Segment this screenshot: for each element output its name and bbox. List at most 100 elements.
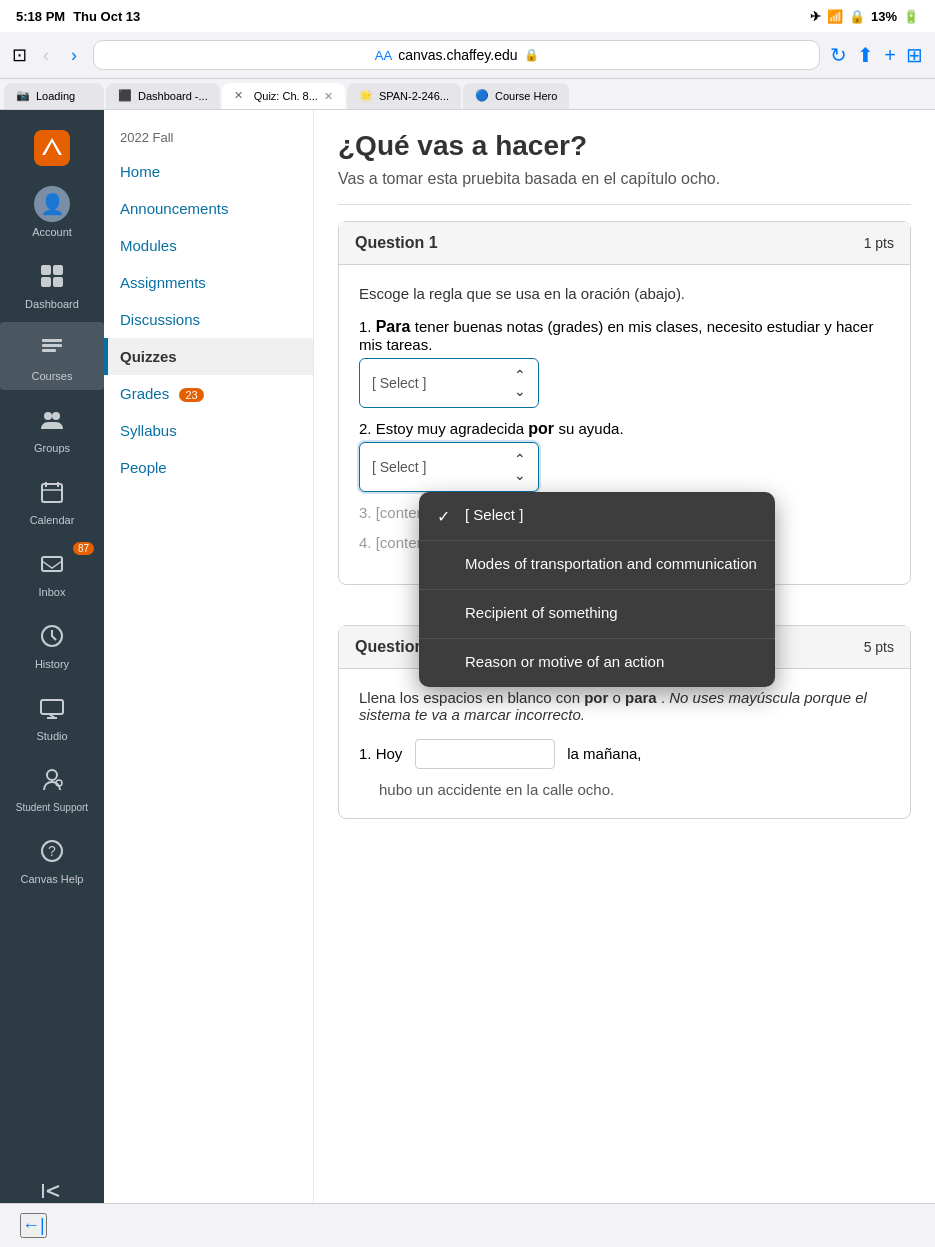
nav-courses-wrapper: Courses — [0, 322, 104, 390]
dropdown-option-transport: Modes of transportation and communicatio… — [465, 555, 757, 572]
question2-body: Llena los espacios en blanco con por o p… — [339, 669, 910, 818]
aa-label[interactable]: AA — [375, 48, 392, 63]
tab-coursehero[interactable]: 🔵 Course Hero — [463, 83, 569, 109]
share-button[interactable]: ⬆ — [857, 43, 874, 67]
tab-favicon-loading: 📷 — [16, 89, 30, 103]
battery-icon: 🔒 — [849, 9, 865, 24]
svg-rect-0 — [41, 265, 51, 275]
course-year: 2022 Fall — [104, 122, 313, 153]
question1-header: Question 1 1 pts — [339, 222, 910, 265]
add-tab-button[interactable]: + — [884, 44, 896, 67]
address-bar[interactable]: AA canvas.chaffey.edu 🔒 — [93, 40, 820, 70]
q2-item1-before: Hoy — [376, 745, 403, 762]
nav-inbox-wrapper: Inbox 87 — [0, 538, 104, 606]
course-nav-grades[interactable]: Grades 23 — [104, 375, 313, 412]
nav-courses[interactable]: Courses — [0, 322, 104, 390]
forward-button[interactable]: › — [65, 43, 83, 68]
question2-instruction: Llena los espacios en blanco con por o p… — [359, 689, 890, 723]
global-nav: 👤 Account Dashboard Courses — [0, 110, 104, 1229]
course-nav-discussions[interactable]: Discussions — [104, 301, 313, 338]
nav-inbox[interactable]: Inbox 87 — [0, 538, 104, 606]
dropdown-option-select: [ Select ] — [465, 506, 523, 523]
tab-close-quiz[interactable]: ✕ — [324, 90, 333, 103]
course-nav-syllabus[interactable]: Syllabus — [104, 412, 313, 449]
dropdown-item-recipient[interactable]: ✓ Recipient of something — [419, 590, 775, 639]
q1-item2-bold: por — [528, 420, 554, 437]
q1-item3-num: 3. — [359, 504, 376, 521]
q1-item2-num: 2. Estoy muy agradecida — [359, 420, 528, 437]
q1-item2-select-value: [ Select ] — [372, 459, 426, 475]
status-bar: 5:18 PM Thu Oct 13 ✈ 📶 🔒 13% 🔋 — [0, 0, 935, 32]
dropdown-item-transport[interactable]: ✓ Modes of transportation and communicat… — [419, 541, 775, 590]
nav-account-wrapper: 👤 Account — [0, 178, 104, 246]
history-icon — [34, 618, 70, 654]
q1-item1-select[interactable]: [ Select ] ⌃⌄ — [359, 358, 539, 408]
tab-quiz[interactable]: ✕ Quiz: Ch. 8... ✕ — [222, 83, 345, 109]
page-title: ¿Qué vas a hacer? — [338, 130, 911, 162]
q2-bold-para: para — [625, 689, 657, 706]
q2-text1: Llena los espacios en blanco con — [359, 689, 584, 706]
course-nav-modules[interactable]: Modules — [104, 227, 313, 264]
main-layout: 👤 Account Dashboard Courses — [0, 110, 935, 1229]
student-support-icon — [34, 762, 70, 798]
battery-level: 13% — [871, 9, 897, 24]
date: Thu Oct 13 — [73, 9, 140, 24]
course-nav-home[interactable]: Home — [104, 153, 313, 190]
nav-logo[interactable] — [0, 122, 104, 174]
tab-loading[interactable]: 📷 Loading — [4, 83, 104, 109]
course-nav-announcements[interactable]: Announcements — [104, 190, 313, 227]
nav-dashboard-label: Dashboard — [25, 298, 79, 310]
page-subtitle: Vas a tomar esta pruebita basada en el c… — [338, 170, 911, 205]
reload-button[interactable]: ↻ — [830, 43, 847, 67]
question1-instruction: Escoge la regla que se usa en la oración… — [359, 285, 890, 302]
question1-label: Question 1 — [355, 234, 438, 252]
svg-line-23 — [47, 1191, 59, 1196]
nav-history[interactable]: History — [0, 610, 104, 678]
q2-text-end: . — [661, 689, 665, 706]
bottom-nav: ←| — [0, 1203, 935, 1247]
nav-inbox-label: Inbox — [39, 586, 66, 598]
course-nav-assignments[interactable]: Assignments — [104, 264, 313, 301]
nav-student-support[interactable]: Student Support — [0, 754, 104, 821]
nav-student-support-label: Student Support — [16, 802, 88, 813]
url-text: canvas.chaffey.edu — [398, 47, 517, 63]
q1-item2-chevron: ⌃⌄ — [514, 451, 526, 483]
dropdown-item-reason[interactable]: ✓ Reason or motive of an action — [419, 639, 775, 687]
groups-icon — [34, 402, 70, 438]
nav-calendar[interactable]: Calendar — [0, 466, 104, 534]
tab-dashboard[interactable]: ⬛ Dashboard -... — [106, 83, 220, 109]
course-nav-quizzes[interactable]: Quizzes — [104, 338, 313, 375]
tab-span[interactable]: 🌟 SPAN-2-246... — [347, 83, 461, 109]
sidebar-toggle-icon[interactable]: ⊡ — [12, 44, 27, 66]
grades-badge: 23 — [179, 388, 203, 402]
tab-label-loading: Loading — [36, 90, 92, 102]
nav-canvas-help[interactable]: ? Canvas Help — [0, 825, 104, 893]
nav-canvas-help-wrapper: ? Canvas Help — [0, 825, 104, 893]
dropdown-item-select[interactable]: ✓ [ Select ] — [419, 492, 775, 541]
collapse-sidebar-button[interactable]: ←| — [20, 1213, 47, 1238]
nav-groups[interactable]: Groups — [0, 394, 104, 462]
nav-dashboard[interactable]: Dashboard — [0, 250, 104, 318]
tab-label-coursehero: Course Hero — [495, 90, 557, 102]
tab-favicon-dashboard: ⬛ — [118, 89, 132, 103]
tabs-button[interactable]: ⊞ — [906, 43, 923, 67]
nav-canvas-help-label: Canvas Help — [21, 873, 84, 885]
question1-card: Question 1 1 pts Escoge la regla que se … — [338, 221, 911, 585]
back-button[interactable]: ‹ — [37, 43, 55, 68]
time: 5:18 PM — [16, 9, 65, 24]
course-nav: 2022 Fall Home Announcements Modules Ass… — [104, 110, 314, 1229]
nav-studio[interactable]: Studio — [0, 682, 104, 750]
nav-courses-label: Courses — [32, 370, 73, 382]
q1-item2-select[interactable]: [ Select ] ⌃⌄ — [359, 442, 539, 492]
question1-wrapper: Question 1 1 pts Escoge la regla que se … — [338, 221, 911, 605]
q1-item1-select-row: [ Select ] ⌃⌄ — [359, 358, 890, 408]
question2-pts: 5 pts — [864, 639, 894, 655]
tabs-bar: 📷 Loading ⬛ Dashboard -... ✕ Quiz: Ch. 8… — [0, 79, 935, 110]
question1-pts: 1 pts — [864, 235, 894, 251]
nav-account[interactable]: 👤 Account — [0, 178, 104, 246]
q2-text-mid: o — [613, 689, 626, 706]
dropdown-menu: ✓ [ Select ] ✓ Modes of transportation a… — [419, 492, 775, 687]
course-nav-people[interactable]: People — [104, 449, 313, 486]
nav-studio-label: Studio — [36, 730, 67, 742]
q2-item1-input[interactable] — [415, 739, 555, 769]
